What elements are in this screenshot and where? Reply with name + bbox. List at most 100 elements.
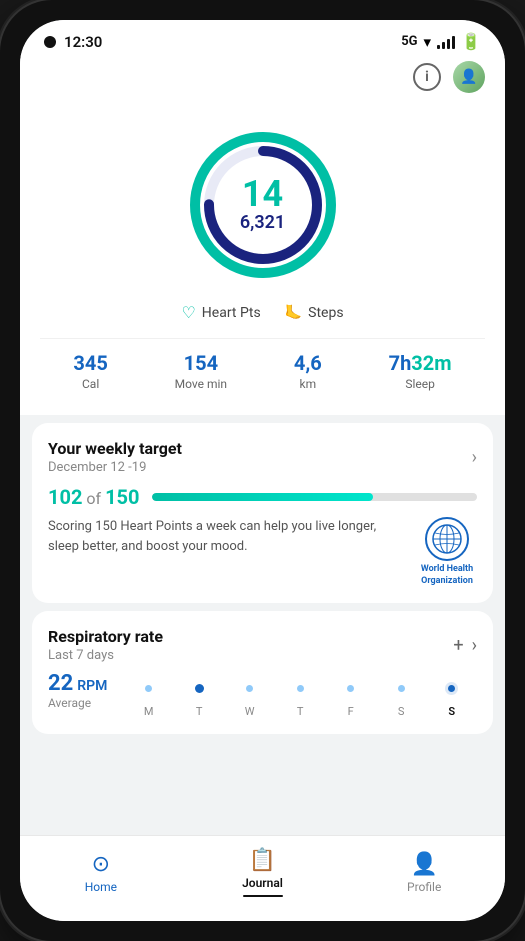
status-right: 5G ▾ 🔋: [401, 32, 481, 51]
dot-w: [246, 685, 253, 692]
status-bar: 12:30 5G ▾ 🔋: [20, 20, 505, 57]
weekly-target-card[interactable]: Your weekly target December 12 -19 › 102…: [32, 423, 493, 603]
activity-ring: 14 6,321: [183, 125, 343, 285]
dot-f: [347, 685, 354, 692]
target-description: Scoring 150 Heart Points a week can help…: [48, 517, 405, 556]
journal-icon: 📋: [249, 848, 276, 873]
day-t1: T: [174, 705, 225, 718]
status-time: 12:30: [64, 33, 102, 51]
who-svg: [431, 523, 463, 555]
resp-subtitle: Last 7 days: [48, 648, 163, 663]
km-value: 4,6: [294, 351, 322, 375]
heart-pts-label: Heart Pts: [202, 305, 261, 321]
card-title-block: Your weekly target December 12 -19: [48, 439, 182, 475]
dot-m: [145, 685, 152, 692]
sleep-label: Sleep: [405, 377, 435, 391]
target-description-row: Scoring 150 Heart Points a week can help…: [48, 517, 477, 587]
ring-legend: ♡ Heart Pts 🦶 Steps: [181, 303, 343, 322]
progress-bar-bg: [152, 493, 478, 501]
dot-col-w: [224, 685, 275, 692]
respiratory-card[interactable]: Respiratory rate Last 7 days + › 22 RPM: [32, 611, 493, 734]
nav-profile[interactable]: 👤 Profile: [343, 848, 505, 898]
day-s2: S: [426, 705, 477, 718]
card-header: Your weekly target December 12 -19 ›: [48, 439, 477, 475]
dot-chart: [123, 676, 477, 701]
progress-bar-fill: [152, 493, 373, 501]
resp-title-block: Respiratory rate Last 7 days: [48, 627, 163, 663]
add-icon[interactable]: +: [453, 635, 463, 656]
target-progress-row: 102 of 150: [48, 485, 477, 509]
day-m: M: [123, 705, 174, 718]
dot-col-s2: [426, 685, 477, 692]
card-title: Your weekly target: [48, 439, 182, 458]
status-left: 12:30: [44, 33, 102, 51]
journal-label: Journal: [242, 876, 283, 890]
phone-screen: 12:30 5G ▾ 🔋 i: [20, 20, 505, 921]
steps-label: Steps: [308, 305, 343, 321]
resp-avg-label: Average: [48, 696, 107, 710]
sleep-stat: 7h32m Sleep: [389, 351, 452, 391]
battery-icon: 🔋: [461, 32, 481, 51]
app-header: i 👤: [20, 57, 505, 105]
day-s1: S: [376, 705, 427, 718]
heart-pts-legend: ♡ Heart Pts: [181, 303, 260, 322]
sleep-hours: 7h: [389, 351, 412, 375]
ring-center: 14 6,321: [240, 176, 285, 234]
steps-legend: 🦶 Steps: [285, 303, 344, 322]
dot-chart-container: M T W T F S S: [123, 676, 477, 718]
resp-value-row: 22 RPM: [48, 671, 107, 696]
dot-col-m: [123, 685, 174, 692]
km-label: km: [300, 377, 317, 391]
calories-label: Cal: [82, 377, 99, 391]
nav-active-indicator: [243, 895, 283, 897]
resp-value: 22: [48, 671, 73, 696]
profile-label: Profile: [407, 880, 441, 894]
move-label: Move min: [175, 377, 227, 391]
nav-home[interactable]: ⊙ Home: [20, 848, 182, 898]
resp-actions: + ›: [453, 635, 477, 656]
dot-col-t1: [174, 684, 225, 693]
network-label: 5G: [401, 34, 417, 49]
day-t2: T: [275, 705, 326, 718]
profile-icon: 👤: [410, 852, 437, 877]
resp-unit: RPM: [77, 678, 107, 694]
dot-s1: [398, 685, 405, 692]
signal-icon: [437, 35, 455, 49]
move-value: 154: [184, 351, 218, 375]
wifi-icon: ▾: [424, 33, 432, 51]
sleep-value: 7h32m: [389, 351, 452, 375]
home-label: Home: [85, 880, 117, 894]
dot-col-t2: [275, 685, 326, 692]
bottom-nav: ⊙ Home 📋 Journal 👤 Profile: [20, 835, 505, 921]
ring-section: 14 6,321 ♡ Heart Pts 🦶 Steps: [20, 105, 505, 415]
nav-journal[interactable]: 📋 Journal: [182, 844, 344, 901]
heart-icon: ♡: [181, 303, 195, 322]
sleep-minutes: 32m: [411, 351, 451, 375]
scroll-content: 14 6,321 ♡ Heart Pts 🦶 Steps: [20, 105, 505, 835]
card-date-range: December 12 -19: [48, 460, 182, 475]
home-icon: ⊙: [92, 852, 110, 877]
steps-icon: 🦶: [285, 305, 302, 321]
target-current: 102 of 150: [48, 485, 140, 509]
avatar[interactable]: 👤: [453, 61, 485, 93]
stats-row: 345 Cal 154 Move min 4,6 km 7h32m: [40, 338, 485, 395]
who-logo: World Health Organization: [417, 517, 477, 587]
dot-s2: [448, 685, 455, 692]
chart-days: M T W T F S S: [123, 705, 477, 718]
dot-t1: [195, 684, 204, 693]
dot-col-f: [325, 685, 376, 692]
info-button[interactable]: i: [413, 63, 441, 91]
heart-pts-value: 14: [240, 176, 285, 212]
resp-title: Respiratory rate: [48, 627, 163, 646]
day-f: F: [325, 705, 376, 718]
resp-header: Respiratory rate Last 7 days + ›: [48, 627, 477, 663]
move-stat: 154 Move min: [175, 351, 227, 391]
calories-stat: 345 Cal: [73, 351, 107, 391]
steps-value: 6,321: [240, 212, 285, 234]
resp-body: 22 RPM Average: [48, 663, 477, 718]
dot-col-s1: [376, 685, 427, 692]
phone-shell: 12:30 5G ▾ 🔋 i: [0, 0, 525, 941]
resp-avg: 22 RPM Average: [48, 671, 107, 710]
chevron-right-icon[interactable]: ›: [472, 635, 477, 656]
who-label: World Health Organization: [417, 564, 477, 587]
